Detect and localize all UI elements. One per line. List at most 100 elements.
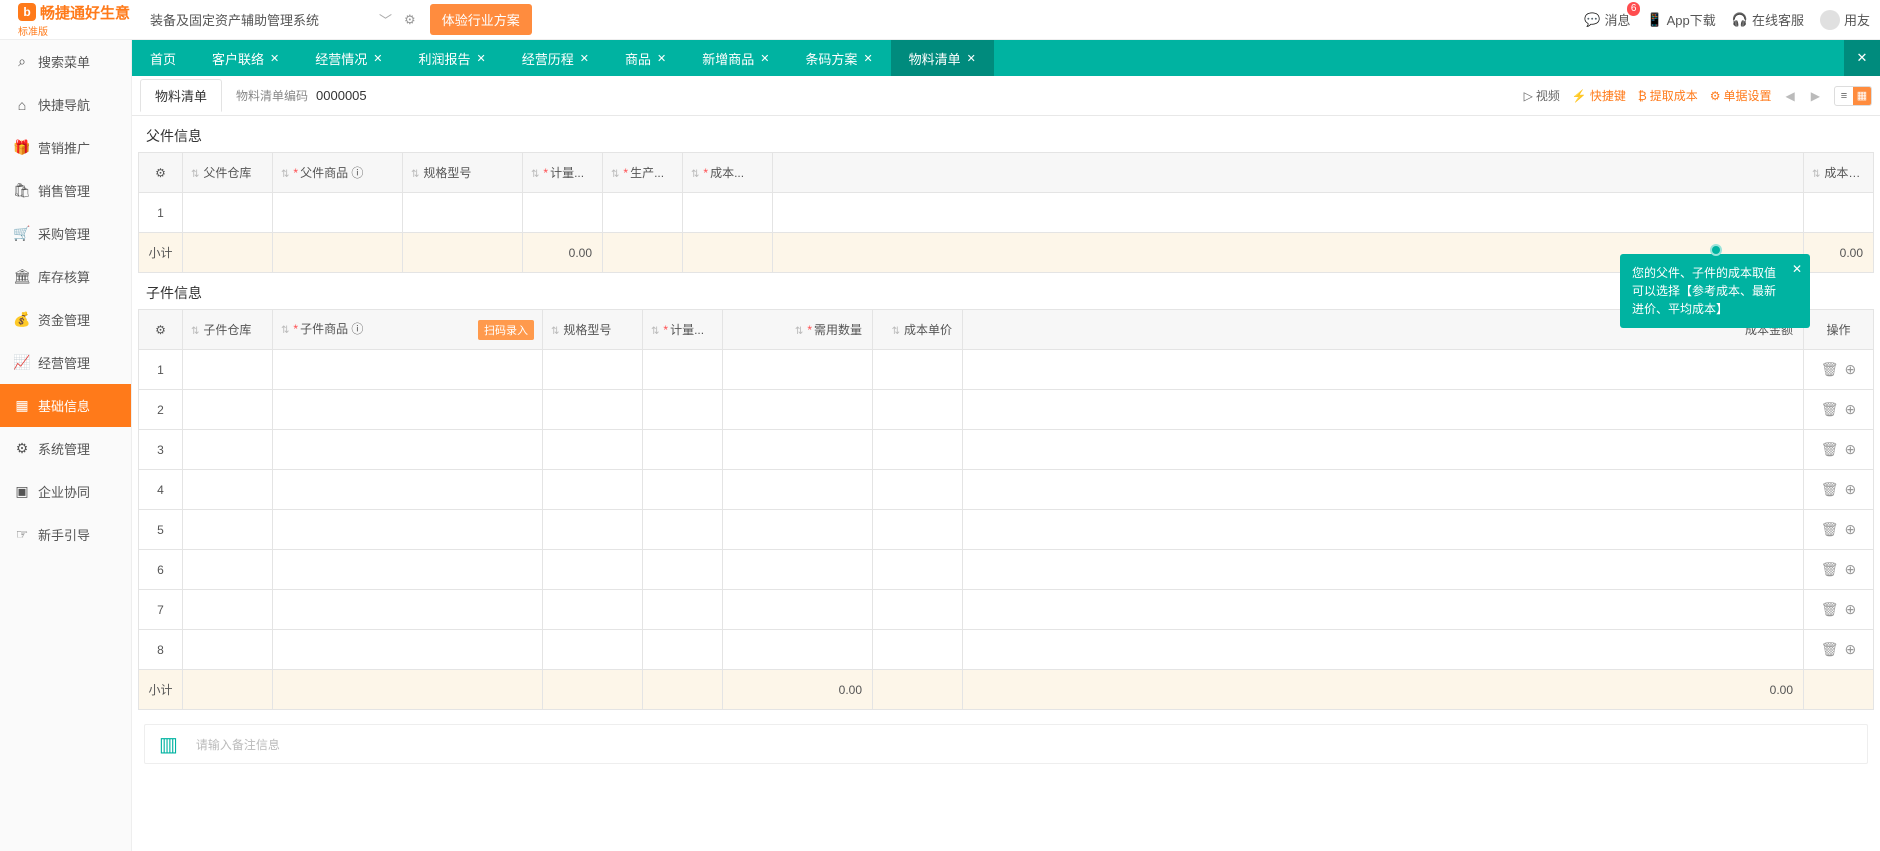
parent-col-0[interactable]: ⇅父件仓库 bbox=[183, 153, 273, 193]
delete-icon[interactable]: 🗑 bbox=[1821, 641, 1839, 657]
child-col-3[interactable]: ⇅*计量... bbox=[643, 310, 723, 350]
add-row-icon[interactable]: ⊕ bbox=[1845, 401, 1857, 417]
tab-8[interactable]: 物料清单✕ bbox=[891, 40, 994, 76]
next-doc-button[interactable]: ▶ bbox=[1809, 89, 1822, 103]
subtab-bom[interactable]: 物料清单 bbox=[140, 79, 222, 112]
chevron-down-icon: ﹀ bbox=[379, 10, 392, 29]
delete-icon[interactable]: 🗑 bbox=[1821, 521, 1839, 537]
sidebar-item-11[interactable]: ☞新手引导 bbox=[0, 513, 131, 556]
close-icon[interactable]: ✕ bbox=[270, 52, 279, 65]
parent-section-title: 父件信息 bbox=[138, 116, 1874, 152]
sidebar-label: 企业协同 bbox=[38, 482, 90, 501]
delete-icon[interactable]: 🗑 bbox=[1821, 361, 1839, 377]
doc-settings-link[interactable]: ⚙单据设置 bbox=[1710, 87, 1772, 104]
add-row-icon[interactable]: ⊕ bbox=[1845, 361, 1857, 377]
child-col-0[interactable]: ⇅子件仓库 bbox=[183, 310, 273, 350]
extract-cost-link[interactable]: ₿提取成本 bbox=[1638, 87, 1698, 104]
parent-col-7[interactable]: ⇅成本金额 bbox=[1804, 153, 1874, 193]
add-row-icon[interactable]: ⊕ bbox=[1845, 481, 1857, 497]
gear-icon[interactable]: ⚙ bbox=[139, 153, 183, 193]
sidebar-item-10[interactable]: ▣企业协同 bbox=[0, 470, 131, 513]
parent-col-2[interactable]: ⇅规格型号 bbox=[403, 153, 523, 193]
cta-button[interactable]: 体验行业方案 bbox=[430, 4, 532, 35]
prev-doc-button[interactable]: ◀ bbox=[1784, 89, 1797, 103]
child-col-1[interactable]: ⇅*子件商品 ⓘ扫码录入 bbox=[273, 310, 543, 350]
gear-icon[interactable]: ⚙ bbox=[404, 12, 416, 28]
table-row[interactable]: 8🗑⊕ bbox=[139, 630, 1874, 670]
close-icon[interactable]: ✕ bbox=[477, 52, 486, 65]
sidebar-item-2[interactable]: 🎁营销推广 bbox=[0, 126, 131, 169]
sidebar-item-0[interactable]: ⌕搜索菜单 bbox=[0, 40, 131, 83]
parent-col-3[interactable]: ⇅*计量... bbox=[523, 153, 603, 193]
child-col-4[interactable]: ⇅*需用数量 bbox=[723, 310, 873, 350]
tab-2[interactable]: 经营情况✕ bbox=[297, 40, 400, 76]
chat-icon: 💬 bbox=[1584, 12, 1600, 28]
table-row[interactable]: 1 bbox=[139, 193, 1874, 233]
user-menu[interactable]: 用友 bbox=[1820, 10, 1870, 30]
table-row[interactable]: 3🗑⊕ bbox=[139, 430, 1874, 470]
delete-icon[interactable]: 🗑 bbox=[1821, 561, 1839, 577]
table-row[interactable]: 2🗑⊕ bbox=[139, 390, 1874, 430]
child-col-2[interactable]: ⇅规格型号 bbox=[543, 310, 643, 350]
sidebar-item-5[interactable]: 🏛库存核算 bbox=[0, 255, 131, 298]
subheader: 物料清单 物料清单编码 0000005 ▷视频 ⚡快捷键 ₿提取成本 ⚙单据设置… bbox=[132, 76, 1880, 116]
close-icon[interactable]: ✕ bbox=[580, 52, 589, 65]
close-icon[interactable]: ✕ bbox=[373, 52, 382, 65]
gear-icon[interactable]: ⚙ bbox=[139, 310, 183, 350]
tab-7[interactable]: 条码方案✕ bbox=[787, 40, 890, 76]
code-label: 物料清单编码 bbox=[236, 87, 308, 104]
add-row-icon[interactable]: ⊕ bbox=[1845, 521, 1857, 537]
video-link[interactable]: ▷视频 bbox=[1524, 87, 1560, 104]
parent-col-1[interactable]: ⇅*父件商品 ⓘ bbox=[273, 153, 403, 193]
sidebar-item-8[interactable]: ▦基础信息 bbox=[0, 384, 131, 427]
child-col-7[interactable]: 操作 bbox=[1804, 310, 1874, 350]
add-row-icon[interactable]: ⊕ bbox=[1845, 561, 1857, 577]
table-row[interactable]: 4🗑⊕ bbox=[139, 470, 1874, 510]
close-icon[interactable]: ✕ bbox=[760, 52, 769, 65]
app-download-button[interactable]: 📱App下载 bbox=[1646, 10, 1715, 29]
messages-button[interactable]: 💬消息 bbox=[1584, 10, 1630, 29]
add-row-icon[interactable]: ⊕ bbox=[1845, 441, 1857, 457]
hotkey-link[interactable]: ⚡快捷键 bbox=[1572, 87, 1626, 104]
sidebar-item-3[interactable]: 🛍销售管理 bbox=[0, 169, 131, 212]
close-icon[interactable]: ✕ bbox=[863, 52, 872, 65]
sidebar-item-7[interactable]: 📈经营管理 bbox=[0, 341, 131, 384]
parent-col-4[interactable]: ⇅*生产... bbox=[603, 153, 683, 193]
sidebar-icon: ▦ bbox=[14, 398, 30, 414]
close-icon[interactable]: ✕ bbox=[1792, 260, 1802, 278]
child-col-5[interactable]: ⇅成本单价 bbox=[873, 310, 963, 350]
online-service-button[interactable]: 🎧在线客服 bbox=[1732, 10, 1804, 29]
system-selector[interactable]: 装备及固定资产辅助管理系统﹀ bbox=[150, 10, 392, 29]
add-row-icon[interactable]: ⊕ bbox=[1845, 601, 1857, 617]
delete-icon[interactable]: 🗑 bbox=[1821, 601, 1839, 617]
tabs-close-all[interactable]: ✕ bbox=[1844, 40, 1880, 76]
close-icon[interactable]: ✕ bbox=[657, 52, 666, 65]
table-row[interactable]: 7🗑⊕ bbox=[139, 590, 1874, 630]
tab-3[interactable]: 利润报告✕ bbox=[400, 40, 503, 76]
tab-1[interactable]: 客户联络✕ bbox=[194, 40, 297, 76]
scan-input-button[interactable]: 扫码录入 bbox=[478, 320, 534, 340]
add-row-icon[interactable]: ⊕ bbox=[1845, 641, 1857, 657]
table-row[interactable]: 6🗑⊕ bbox=[139, 550, 1874, 590]
table-row[interactable]: 5🗑⊕ bbox=[139, 510, 1874, 550]
parent-col-6[interactable] bbox=[773, 153, 1804, 193]
tab-6[interactable]: 新增商品✕ bbox=[684, 40, 787, 76]
delete-icon[interactable]: 🗑 bbox=[1821, 401, 1839, 417]
sidebar-item-4[interactable]: 🛒采购管理 bbox=[0, 212, 131, 255]
tab-4[interactable]: 经营历程✕ bbox=[504, 40, 607, 76]
sidebar-icon: ⌕ bbox=[14, 54, 30, 70]
table-row[interactable]: 1🗑⊕ bbox=[139, 350, 1874, 390]
sidebar-item-1[interactable]: ⌂快捷导航 bbox=[0, 83, 131, 126]
delete-icon[interactable]: 🗑 bbox=[1821, 481, 1839, 497]
sidebar-item-9[interactable]: ⚙系统管理 bbox=[0, 427, 131, 470]
parent-col-5[interactable]: ⇅*成本... bbox=[683, 153, 773, 193]
close-icon[interactable]: ✕ bbox=[967, 52, 976, 65]
tab-5[interactable]: 商品✕ bbox=[607, 40, 684, 76]
sidebar-item-6[interactable]: 💰资金管理 bbox=[0, 298, 131, 341]
phone-icon: 📱 bbox=[1646, 12, 1662, 28]
delete-icon[interactable]: 🗑 bbox=[1821, 441, 1839, 457]
view-toggle[interactable]: ≡▦ bbox=[1834, 86, 1872, 106]
sidebar-icon: 🛒 bbox=[14, 226, 30, 242]
tab-0[interactable]: 首页 bbox=[132, 40, 194, 76]
remarks-card[interactable]: ▥ 请输入备注信息 bbox=[144, 724, 1868, 764]
